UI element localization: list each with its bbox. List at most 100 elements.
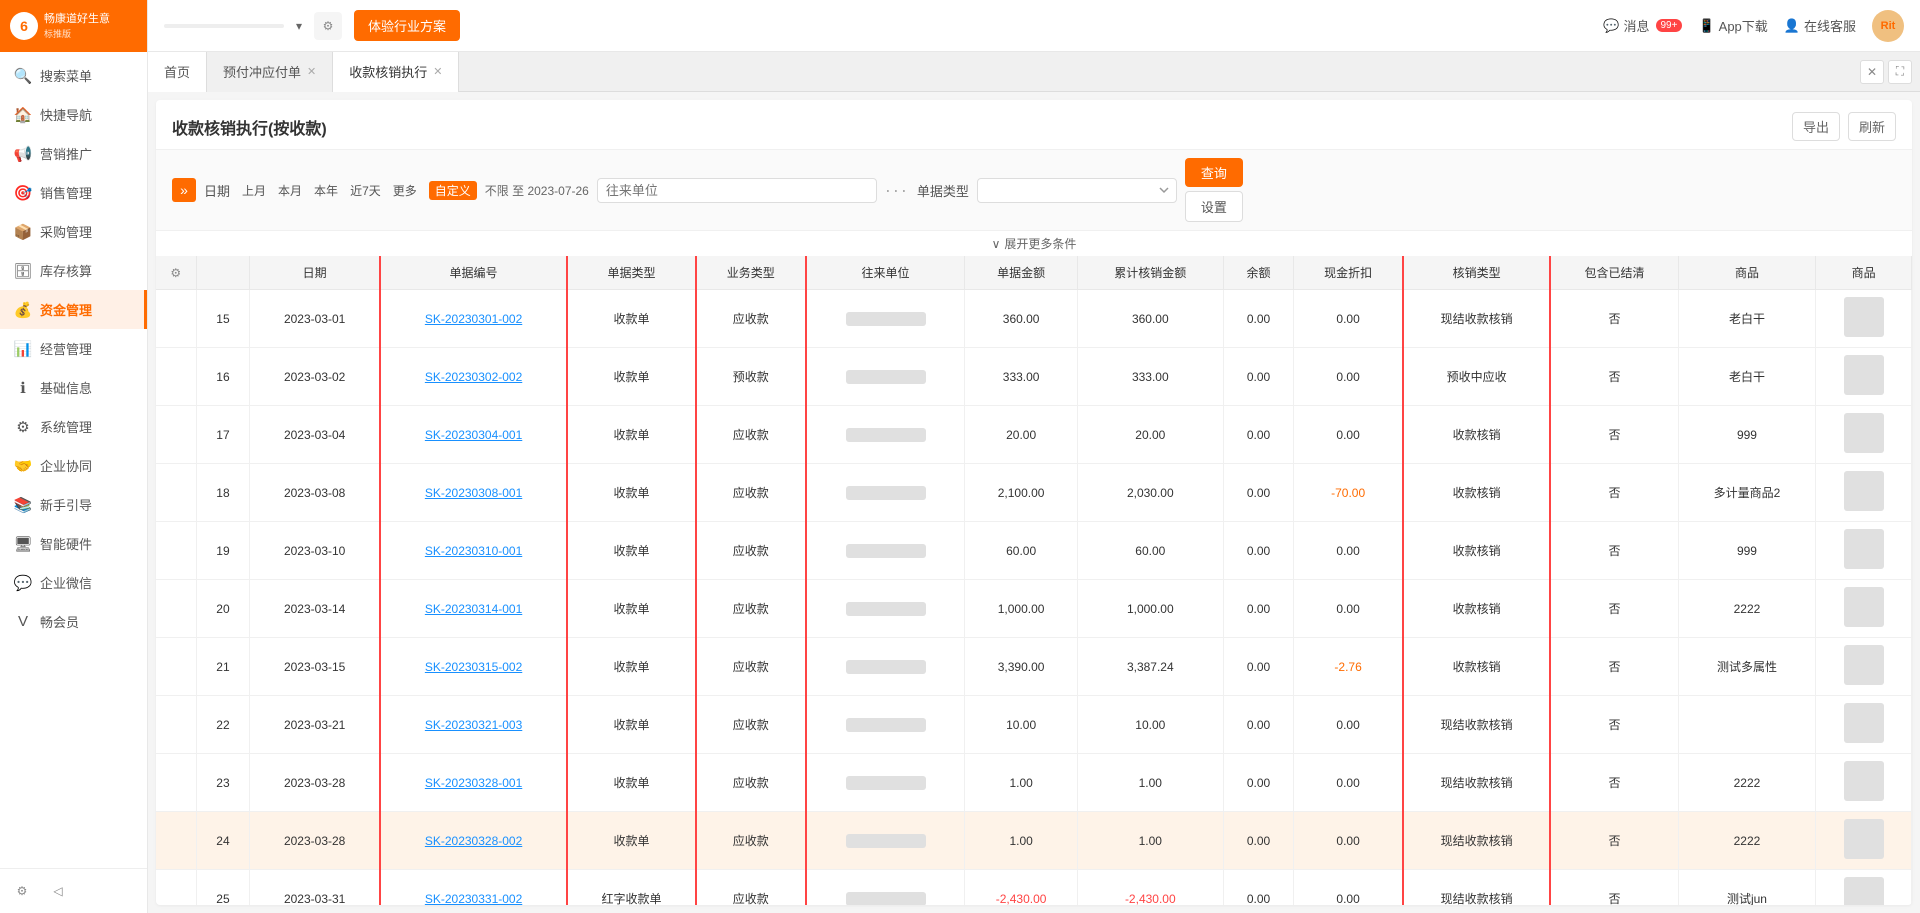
- row-balance-10: 0.00: [1223, 870, 1294, 906]
- filter-partner-input[interactable]: [597, 178, 877, 203]
- row-settings-2[interactable]: [156, 406, 196, 464]
- topbar-online-service-btn[interactable]: 👤 在线客服: [1784, 16, 1856, 35]
- row-voucher-no-2: SK-20230304-001: [380, 406, 567, 464]
- sidebar-item-guide[interactable]: 📚 新手引导: [0, 485, 147, 524]
- row-settings-0[interactable]: [156, 290, 196, 348]
- sidebar-item-collab[interactable]: 🤝 企业协同: [0, 446, 147, 485]
- user-avatar[interactable]: Rit: [1872, 10, 1904, 42]
- th-writeoff-type[interactable]: 核销类型: [1403, 256, 1550, 290]
- row-settings-5[interactable]: [156, 580, 196, 638]
- sidebar-item-member[interactable]: V 畅会员: [0, 602, 147, 641]
- th-voucher-no[interactable]: 单据编号: [380, 256, 567, 290]
- row-num-1: 16: [196, 348, 250, 406]
- th-include-settled[interactable]: 包含已结清: [1550, 256, 1678, 290]
- row-amount-10: -2,430.00: [965, 870, 1077, 906]
- table-row: 15 2023-03-01 SK-20230301-002 收款单 应收款 36…: [156, 290, 1912, 348]
- sidebar-item-inventory[interactable]: 🗄 库存核算: [0, 251, 147, 290]
- row-settings-10[interactable]: [156, 870, 196, 906]
- row-settings-6[interactable]: [156, 638, 196, 696]
- th-settings[interactable]: ⚙: [156, 256, 196, 290]
- table-row: 18 2023-03-08 SK-20230308-001 收款单 应收款 2,…: [156, 464, 1912, 522]
- filter-settings-btn[interactable]: 设置: [1185, 191, 1243, 222]
- tab-close-btn[interactable]: ✕: [1860, 60, 1884, 84]
- tab-expand-btn[interactable]: ⛶: [1888, 60, 1912, 84]
- sidebar-item-search[interactable]: 🔍 搜索菜单: [0, 56, 147, 95]
- filter-date-opt-近7天[interactable]: 近7天: [346, 180, 385, 201]
- sidebar-item-wechat[interactable]: 💬 企业微信: [0, 563, 147, 602]
- th-amount[interactable]: 单据金额: [965, 256, 1077, 290]
- refresh-btn[interactable]: 刷新: [1848, 112, 1896, 141]
- sidebar-item-hardware[interactable]: 🖥 智能硬件: [0, 524, 147, 563]
- filter-expand-more-row[interactable]: ∨ 展开更多条件: [156, 231, 1912, 256]
- row-total-writeoff-2: 20.00: [1077, 406, 1223, 464]
- th-total-writeoff[interactable]: 累计核销金额: [1077, 256, 1223, 290]
- filter-voucher-type-select[interactable]: [977, 178, 1177, 203]
- sidebar-item-marketing[interactable]: 📢 营销推广: [0, 134, 147, 173]
- topbar-solution-btn[interactable]: 体验行业方案: [354, 10, 460, 41]
- th-date[interactable]: 日期: [250, 256, 380, 290]
- th-goods[interactable]: 商品: [1678, 256, 1816, 290]
- filter-date-opt-上月[interactable]: 上月: [238, 180, 270, 201]
- sidebar-label-system: 系统管理: [40, 417, 92, 436]
- row-settings-4[interactable]: [156, 522, 196, 580]
- topbar-messages-btn[interactable]: 💬 消息 99+: [1603, 16, 1682, 35]
- row-amount-1: 333.00: [965, 348, 1077, 406]
- row-goods-10: 测试jun: [1678, 870, 1816, 906]
- tab-prepay[interactable]: 预付冲应付单✕: [207, 52, 333, 92]
- topbar-dropdown-icon[interactable]: ▾: [296, 19, 302, 33]
- sidebar-icon-guide: 📚: [14, 496, 32, 514]
- row-date-6: 2023-03-15: [250, 638, 380, 696]
- row-settings-7[interactable]: [156, 696, 196, 754]
- th-goods2[interactable]: 商品: [1816, 256, 1912, 290]
- row-goods2-10: [1816, 870, 1912, 906]
- th-cash-discount[interactable]: 现金折扣: [1294, 256, 1403, 290]
- th-row-num: [196, 256, 250, 290]
- th-voucher-type[interactable]: 单据类型: [567, 256, 696, 290]
- topbar-app-download-btn[interactable]: 📱 App下载: [1698, 16, 1767, 35]
- sidebar-item-operations[interactable]: 📊 经营管理: [0, 329, 147, 368]
- row-settings-1[interactable]: [156, 348, 196, 406]
- filter-date-opt-更多[interactable]: 更多: [389, 180, 421, 201]
- filter-date-opt-本月[interactable]: 本月: [274, 180, 306, 201]
- th-partner[interactable]: 往来单位: [806, 256, 965, 290]
- logo-icon: 6: [10, 12, 38, 40]
- row-settings-8[interactable]: [156, 754, 196, 812]
- sidebar-item-basic[interactable]: ℹ 基础信息: [0, 368, 147, 407]
- topbar-gear-btn[interactable]: ⚙: [314, 12, 342, 40]
- filter-date-opt-本年[interactable]: 本年: [310, 180, 342, 201]
- tab-close-collection[interactable]: ✕: [433, 65, 442, 78]
- th-balance[interactable]: 余额: [1223, 256, 1294, 290]
- filter-custom-btn[interactable]: 自定义: [429, 181, 477, 200]
- row-settings-3[interactable]: [156, 464, 196, 522]
- row-include-settled-9: 否: [1550, 812, 1678, 870]
- row-biz-type-5: 应收款: [696, 580, 806, 638]
- tab-close-prepay[interactable]: ✕: [307, 65, 316, 78]
- filter-dots[interactable]: ···: [885, 180, 909, 201]
- row-settings-9[interactable]: [156, 812, 196, 870]
- sidebar-item-quicknav[interactable]: 🏠 快捷导航: [0, 95, 147, 134]
- sidebar-item-system[interactable]: ⚙ 系统管理: [0, 407, 147, 446]
- sidebar-item-sales[interactable]: 🎯 销售管理: [0, 173, 147, 212]
- row-date-8: 2023-03-28: [250, 754, 380, 812]
- export-btn[interactable]: 导出: [1792, 112, 1840, 141]
- row-num-4: 19: [196, 522, 250, 580]
- sidebar-settings-btn[interactable]: ⚙: [8, 877, 36, 905]
- row-num-8: 23: [196, 754, 250, 812]
- th-biz-type[interactable]: 业务类型: [696, 256, 806, 290]
- sidebar-label-basic: 基础信息: [40, 378, 92, 397]
- row-goods-4: 999: [1678, 522, 1816, 580]
- row-biz-type-8: 应收款: [696, 754, 806, 812]
- row-partner-6: [806, 638, 965, 696]
- sidebar-item-purchase[interactable]: 📦 采购管理: [0, 212, 147, 251]
- tab-collection[interactable]: 收款核销执行✕: [333, 52, 459, 92]
- tab-home[interactable]: 首页: [148, 52, 207, 92]
- sidebar-item-finance[interactable]: 💰 资金管理: [0, 290, 147, 329]
- filter-expand-btn[interactable]: »: [172, 178, 196, 202]
- row-writeoff-type-8: 现结收款核销: [1403, 754, 1550, 812]
- filter-query-btn[interactable]: 查询: [1185, 158, 1243, 187]
- sidebar-collapse-btn[interactable]: ◁: [44, 877, 72, 905]
- row-voucher-no-5: SK-20230314-001: [380, 580, 567, 638]
- row-writeoff-type-10: 现结收款核销: [1403, 870, 1550, 906]
- sidebar-menu: 🔍 搜索菜单 🏠 快捷导航 📢 营销推广 🎯 销售管理 📦 采购管理 🗄 库存核…: [0, 52, 147, 868]
- row-cash-discount-7: 0.00: [1294, 696, 1403, 754]
